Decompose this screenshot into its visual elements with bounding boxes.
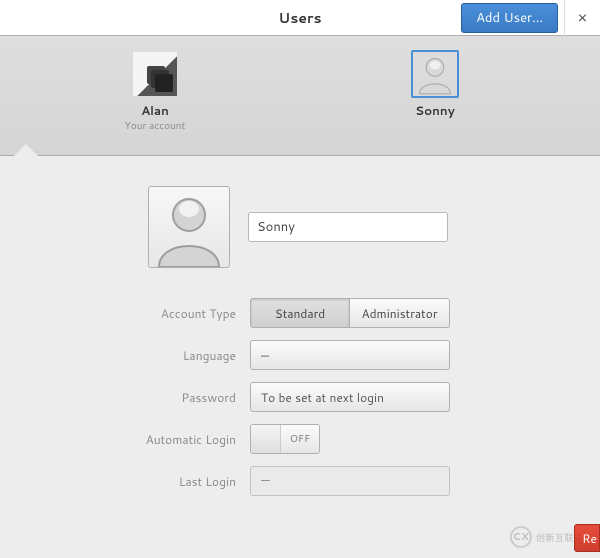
full-name-input[interactable]: [248, 212, 448, 242]
automatic-login-switch[interactable]: OFF: [250, 424, 320, 454]
user-subtitle: Your account: [110, 119, 200, 133]
user-tile-sonny[interactable]: Sonny: [390, 50, 480, 119]
carousel-pointer: [14, 144, 38, 156]
label-automatic-login: Automatic Login: [20, 431, 250, 448]
watermark-logo-icon: CX: [510, 526, 532, 548]
user-tile-alan[interactable]: Alan Your account: [110, 50, 200, 133]
avatar-name-row: [148, 186, 580, 268]
avatar-alan: [131, 50, 179, 98]
remove-user-button[interactable]: Re: [574, 524, 600, 552]
account-type-standard[interactable]: Standard: [250, 298, 350, 328]
account-type-administrator[interactable]: Administrator: [350, 298, 450, 328]
user-name-label: Sonny: [390, 102, 480, 119]
user-carousel: Alan Your account Sonny: [0, 36, 600, 156]
window-title: Users: [278, 8, 321, 28]
switch-knob: [251, 425, 281, 453]
calculator-photo-icon: [133, 52, 177, 96]
switch-state-label: OFF: [281, 425, 319, 453]
label-language: Language: [20, 347, 250, 364]
user-details-panel: Account Type Standard Administrator Lang…: [0, 156, 600, 496]
language-selector[interactable]: —: [250, 340, 450, 370]
label-password: Password: [20, 389, 250, 406]
person-icon: [413, 52, 457, 96]
avatar-picker[interactable]: [148, 186, 230, 268]
person-icon: [149, 187, 229, 267]
titlebar: Users Add User... ×: [0, 0, 600, 36]
label-account-type: Account Type: [20, 305, 250, 322]
label-last-login: Last Login: [20, 473, 250, 490]
watermark: CX 创新互联: [510, 526, 574, 548]
watermark-text: 创新互联: [536, 531, 574, 544]
user-name-label: Alan: [110, 102, 200, 119]
account-type-toggle: Standard Administrator: [250, 298, 450, 328]
avatar-sonny: [411, 50, 459, 98]
add-user-button[interactable]: Add User...: [461, 3, 558, 33]
last-login-value: —: [250, 466, 450, 496]
close-button[interactable]: ×: [564, 0, 600, 36]
password-field[interactable]: To be set at next login: [250, 382, 450, 412]
header-actions: Add User... ×: [461, 0, 600, 35]
